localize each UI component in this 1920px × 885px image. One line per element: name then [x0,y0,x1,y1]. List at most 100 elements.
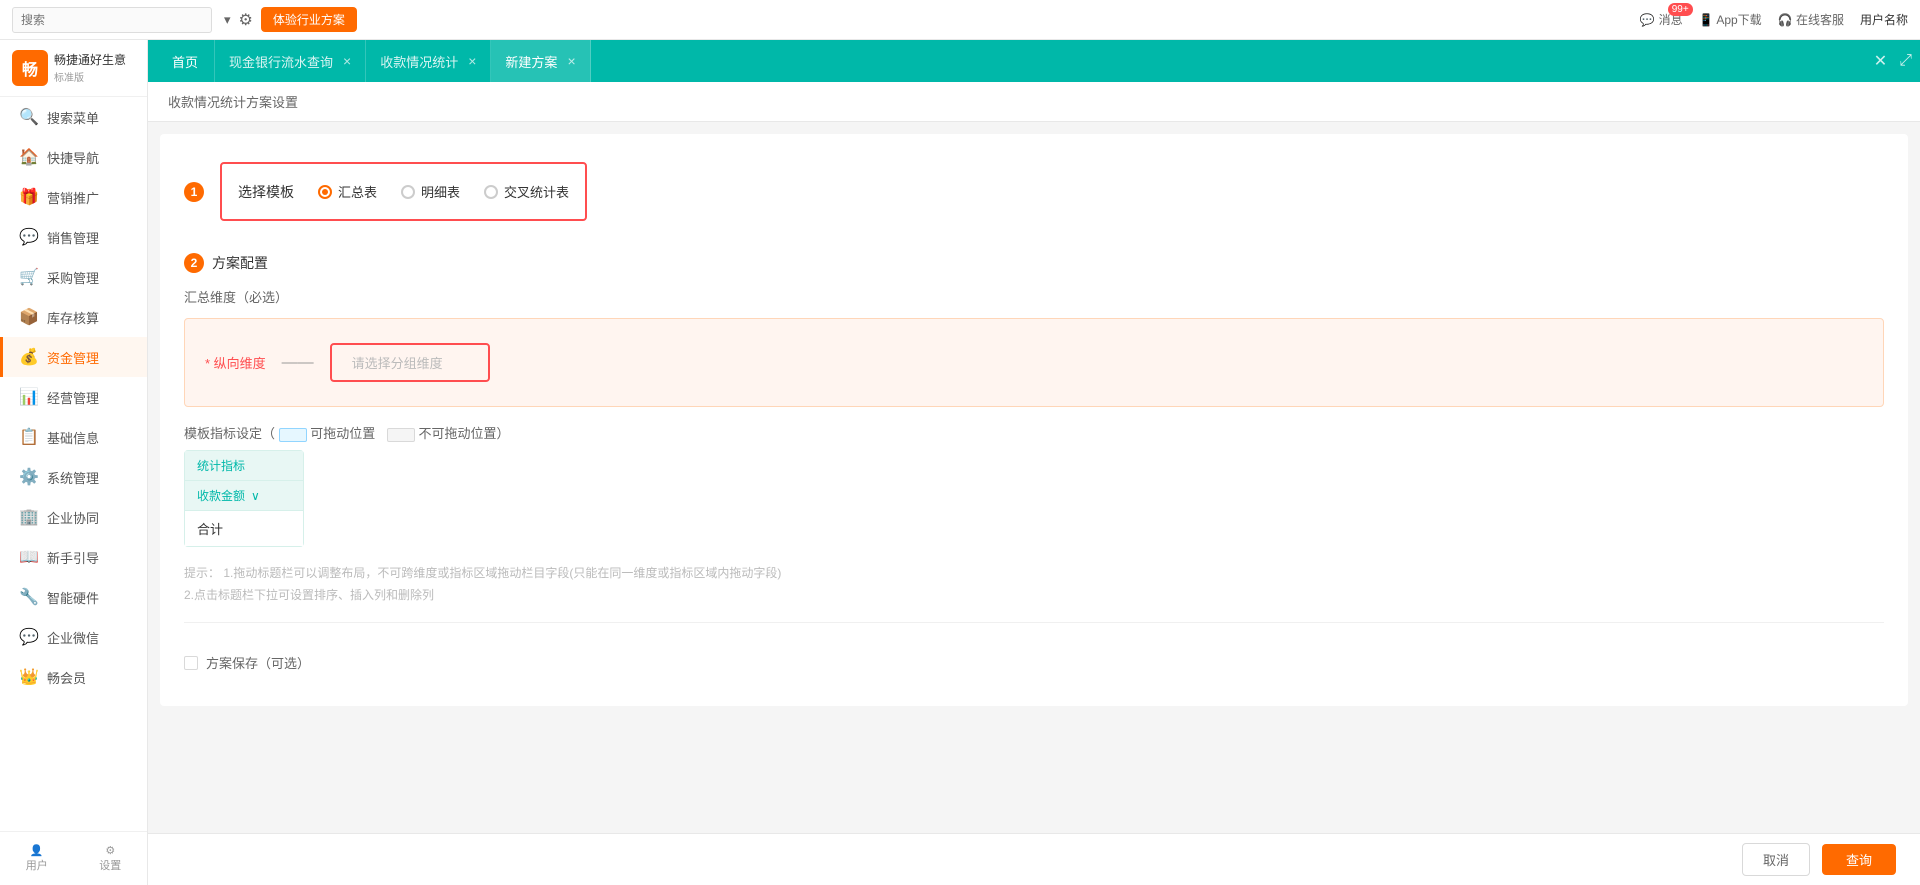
sidebar-item-marketing[interactable]: 🎁 营销推广 [0,177,147,217]
summary-label: 汇总维度（必选） [184,287,1884,306]
sidebar-item-inventory[interactable]: 📦 库存核算 [0,297,147,337]
save-label: 方案保存（可选） [206,653,310,672]
stats-header: 统计指标 [185,451,303,481]
tabs-bar: 首页 现金银行流水查询 × 收款情况统计 × 新建方案 × ✕ ⤢ [148,40,1920,82]
content-area: 首页 现金银行流水查询 × 收款情况统计 × 新建方案 × ✕ ⤢ 收款情况统计… [148,40,1920,885]
tips: 提示： 1.拖动标题栏可以调整布局，不可跨维度或指标区域拖动栏目字段(只能在同一… [184,563,1884,606]
dimension-row: * 纵向维度 —— 请选择分组维度 [205,343,1863,382]
sidebar-item-funds[interactable]: 💰 资金管理 [0,337,147,377]
building-icon: 🏢 [19,507,39,527]
radio-cross[interactable]: 交叉统计表 [484,182,569,201]
dropdown-icon[interactable]: ▾ [224,12,231,28]
settings-icon: ⚙️ [19,467,39,487]
breadcrumb: 收款情况统计方案设置 [148,82,1920,122]
wechat-icon: 💬 [19,627,39,647]
sidebar-item-basic[interactable]: 📋 基础信息 [0,417,147,457]
home-icon: 🏠 [19,147,39,167]
section2-number: 2 [184,253,204,273]
top-bar-right: 💬 消息 99+ 📱 App下载 🎧 在线客服 用户名称 [1640,11,1908,28]
radio-cross-circle [484,185,498,199]
chart-icon: 📊 [19,387,39,407]
sidebar-item-label: 采购管理 [47,268,99,287]
stats-table: 统计指标 收款金额 ∨ 合计 [184,450,304,547]
page-content: 收款情况统计方案设置 1 选择模板 [148,82,1920,885]
gift-icon: 🎁 [19,187,39,207]
dim-select[interactable]: 请选择分组维度 [330,343,490,382]
tab-home[interactable]: 首页 [156,40,215,82]
sidebar: 畅 畅捷通好生意 标准版 🔍 搜索菜单 🏠 快捷导航 🎁 营销推广 💬 销售管理… [0,40,148,885]
chat-icon: 💬 [19,227,39,247]
tab-new-plan[interactable]: 新建方案 × [491,40,590,82]
tab-close-cashbank[interactable]: × [343,53,351,69]
sidebar-item-label: 企业微信 [47,628,99,647]
user-btn[interactable]: 👤用户 [22,840,52,877]
radio-summary-circle [318,185,332,199]
cancel-button[interactable]: 取消 [1742,843,1810,876]
trial-button[interactable]: 体验行业方案 [261,7,357,32]
tabs-bar-right: ✕ ⤢ [1874,51,1912,71]
non-draggable-toggle [387,428,415,442]
tab-close-new-plan[interactable]: × [567,53,575,69]
vertical-dim-label: * 纵向维度 [205,353,266,372]
close-window-icon[interactable]: ✕ [1874,51,1887,71]
sidebar-item-operation[interactable]: 📊 经营管理 [0,377,147,417]
logo-icon: 畅 [12,50,48,86]
tab-close-collection[interactable]: × [468,53,476,69]
sidebar-item-search[interactable]: 🔍 搜索菜单 [0,97,147,137]
sidebar-item-wechat[interactable]: 💬 企业微信 [0,617,147,657]
dimension-area: * 纵向维度 —— 请选择分组维度 [184,318,1884,407]
search-icon: 🔍 [19,107,39,127]
sidebar-item-guide[interactable]: 📖 新手引导 [0,537,147,577]
sidebar-item-quick-nav[interactable]: 🏠 快捷导航 [0,137,147,177]
query-button[interactable]: 查询 [1822,844,1896,875]
radio-summary[interactable]: 汇总表 [318,182,377,201]
search-input[interactable] [12,7,212,33]
sidebar-item-label: 畅会员 [47,668,86,687]
section1-title: 选择模板 [238,182,294,202]
section2: 2 方案配置 汇总维度（必选） * 纵向维度 —— 请选择分组维度 [184,253,1884,606]
message-badge: 99+ [1668,3,1693,16]
metrics-config-label: 模板指标设定（ 可拖动位置 不可拖动位置） [184,423,1884,442]
stats-sum-cell: 合计 [185,511,303,546]
sidebar-item-system[interactable]: ⚙️ 系统管理 [0,457,147,497]
settings-btn[interactable]: ⚙设置 [95,840,125,877]
username-label: 用户名称 [1860,11,1908,28]
sidebar-item-hardware[interactable]: 🔧 智能硬件 [0,577,147,617]
save-checkbox[interactable] [184,656,198,670]
radio-detail-circle [401,185,415,199]
service-icon: 🎧 [1778,13,1793,27]
gear-icon[interactable]: ⚙ [239,10,253,30]
stats-item-header[interactable]: 收款金额 ∨ [185,481,303,511]
sidebar-item-label: 系统管理 [47,468,99,487]
sidebar-item-label: 搜索菜单 [47,108,99,127]
sidebar-item-sales[interactable]: 💬 销售管理 [0,217,147,257]
section1: 1 选择模板 汇总表 明细表 [184,154,1884,229]
section1-number: 1 [184,182,204,202]
form-area: 1 选择模板 汇总表 明细表 [160,134,1908,706]
radio-detail[interactable]: 明细表 [401,182,460,201]
message-icon: 💬 [1640,13,1655,27]
cart-icon: 🛒 [19,267,39,287]
footer: 取消 查询 [148,833,1920,885]
message-btn[interactable]: 💬 消息 99+ [1640,11,1683,28]
sidebar-item-company[interactable]: 🏢 企业协同 [0,497,147,537]
download-btn[interactable]: 📱 App下载 [1699,11,1762,28]
tab-collection[interactable]: 收款情况统计 × [366,40,491,82]
book-icon: 📖 [19,547,39,567]
stats-dropdown-icon[interactable]: ∨ [251,489,260,503]
sidebar-item-label: 基础信息 [47,428,99,447]
tool-icon: 🔧 [19,587,39,607]
logo-version: 标准版 [54,69,126,84]
maximize-icon[interactable]: ⤢ [1899,52,1912,70]
template-section: 选择模板 汇总表 明细表 [220,162,587,221]
service-btn[interactable]: 🎧 在线客服 [1778,11,1844,28]
tab-cashbank[interactable]: 现金银行流水查询 × [215,40,366,82]
top-bar: ▾ ⚙ 体验行业方案 💬 消息 99+ 📱 App下载 🎧 在线客服 用户名称 [0,0,1920,40]
sidebar-item-member[interactable]: 👑 畅会员 [0,657,147,697]
sidebar-item-label: 经营管理 [47,388,99,407]
tip-2: 2.点击标题栏下拉可设置排序、插入列和删除列 [184,585,1884,607]
sidebar-item-label: 资金管理 [47,348,99,367]
sidebar-item-purchase[interactable]: 🛒 采购管理 [0,257,147,297]
divider [184,622,1884,623]
box-icon: 📦 [19,307,39,327]
